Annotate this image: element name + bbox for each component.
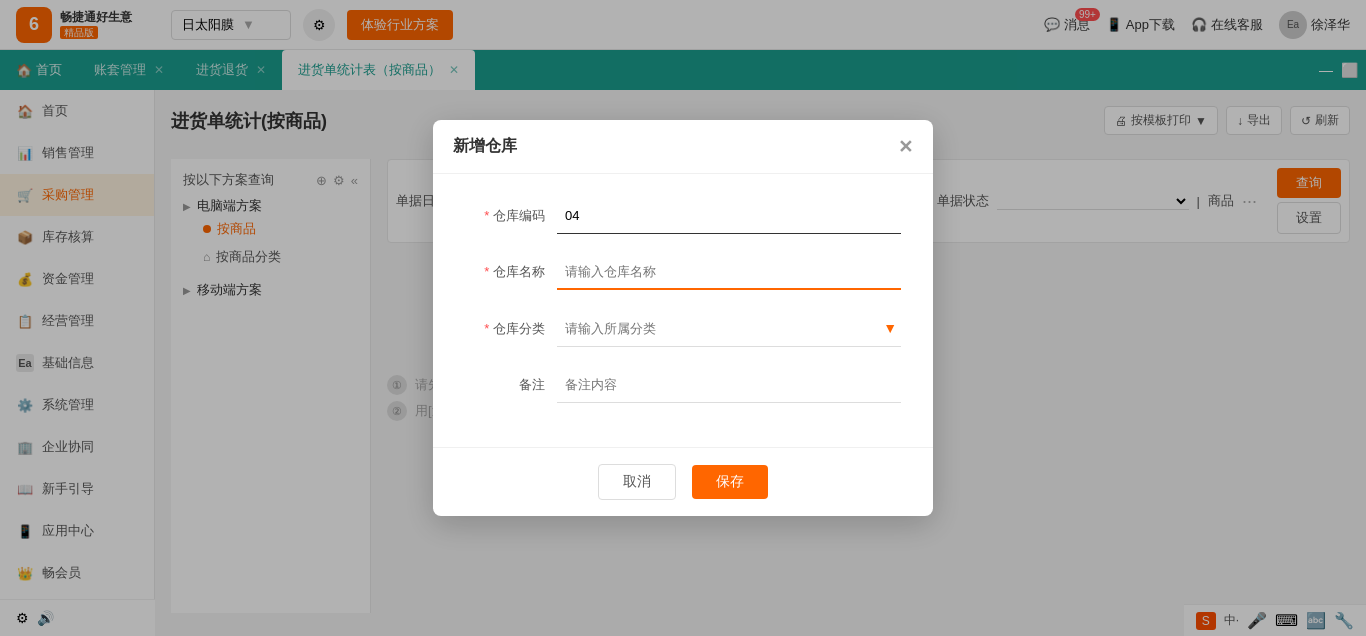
- form-row-code: 仓库编码: [465, 198, 901, 234]
- modal-close-button[interactable]: ✕: [898, 138, 913, 156]
- code-label: 仓库编码: [465, 207, 545, 225]
- modal-overlay[interactable]: 新增仓库 ✕ 仓库编码 仓库名称 仓库分类 ▼: [0, 0, 1366, 636]
- save-button[interactable]: 保存: [692, 465, 768, 499]
- form-row-name: 仓库名称: [465, 254, 901, 290]
- form-row-category: 仓库分类 ▼: [465, 310, 901, 347]
- modal-body: 仓库编码 仓库名称 仓库分类 ▼ 备注: [433, 174, 933, 447]
- category-input[interactable]: [557, 310, 883, 346]
- modal-header: 新增仓库 ✕: [433, 120, 933, 174]
- category-label: 仓库分类: [465, 320, 545, 338]
- form-row-remark: 备注: [465, 367, 901, 403]
- code-input[interactable]: [557, 198, 901, 234]
- remark-input[interactable]: [557, 367, 901, 403]
- modal-footer: 取消 保存: [433, 447, 933, 516]
- category-select-wrap: ▼: [557, 310, 901, 347]
- category-dropdown-icon[interactable]: ▼: [883, 320, 901, 336]
- cancel-button[interactable]: 取消: [598, 464, 676, 500]
- name-input[interactable]: [557, 254, 901, 290]
- name-label: 仓库名称: [465, 263, 545, 281]
- remark-label: 备注: [465, 376, 545, 394]
- new-warehouse-modal: 新增仓库 ✕ 仓库编码 仓库名称 仓库分类 ▼: [433, 120, 933, 516]
- modal-title: 新增仓库: [453, 136, 517, 157]
